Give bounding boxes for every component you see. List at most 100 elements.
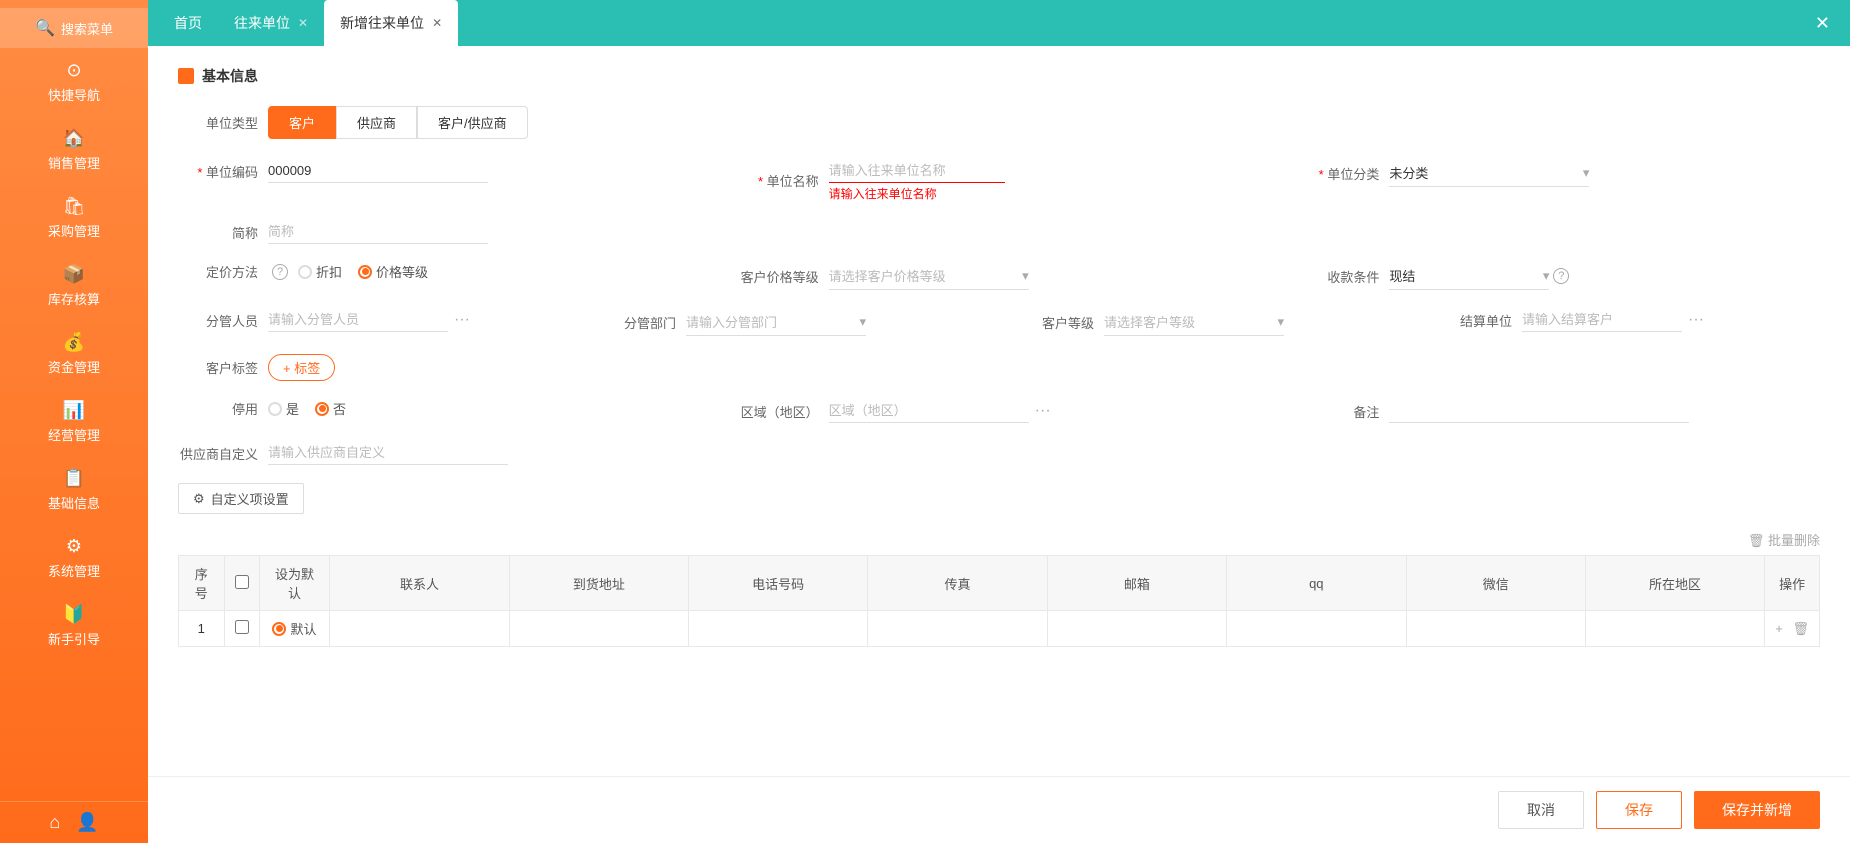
discount-radio[interactable] [298, 265, 312, 279]
btn-supplier[interactable]: 供应商 [336, 106, 417, 139]
th-no: 序号 [179, 556, 225, 611]
region-input[interactable] [829, 399, 1029, 423]
sales-icon: 🏠 [63, 128, 85, 149]
customer-level-arrow: ▾ [1277, 314, 1284, 330]
supervisor-input[interactable] [268, 308, 448, 332]
sidebar-item-system[interactable]: ⚙ 系统管理 [0, 524, 148, 592]
th-contact: 联系人 [330, 556, 509, 611]
short-name-input[interactable] [268, 220, 488, 244]
customer-tag-field: 客户标签 + 标签 [178, 354, 1820, 381]
table-row: 1 默认 [179, 611, 1820, 647]
row-email-input[interactable] [1058, 621, 1216, 636]
supervisor-field: 分管人员 ··· [178, 308, 566, 332]
customer-level-select[interactable]: 请选择客户等级 ▾ [1104, 308, 1284, 336]
short-name-field: 简称 [178, 220, 1820, 244]
row-delete-btn[interactable]: 🗑 [1792, 621, 1809, 636]
unit-category-select[interactable]: 未分类 ▾ [1389, 159, 1589, 187]
th-default: 设为默认 [259, 556, 330, 611]
disabled-no[interactable]: 否 [315, 399, 346, 418]
sidebar-item-basic[interactable]: 📋 基础信息 [0, 456, 148, 524]
sidebar-item-guide[interactable]: 🔰 新手引导 [0, 592, 148, 660]
tab-new-partner[interactable]: 新增往来单位 ✕ [324, 0, 458, 46]
row-address-input[interactable] [520, 621, 678, 636]
th-qq: qq [1227, 556, 1407, 611]
btn-both[interactable]: 客户/供应商 [417, 106, 528, 139]
row-wechat-input[interactable] [1417, 621, 1575, 636]
row-address[interactable] [509, 611, 688, 647]
batch-delete-icon: 🗑 [1748, 533, 1765, 548]
price-level-radio[interactable] [358, 265, 372, 279]
supplier-custom-input[interactable] [268, 441, 508, 465]
row-phone[interactable] [689, 611, 868, 647]
tab-bar: 首页 往来单位 ✕ 新增往来单位 ✕ ✕ [148, 0, 1850, 46]
row-phone-input[interactable] [699, 621, 857, 636]
form-row-6: 停用 是 否 区域（地区） ··· 备注 [178, 399, 1820, 423]
disabled-yes-radio[interactable] [268, 402, 282, 416]
disabled-yes[interactable]: 是 [268, 399, 299, 418]
form-row-7: 供应商自定义 [178, 441, 1820, 465]
row-contact-input[interactable] [340, 621, 498, 636]
user-bottom-icon[interactable]: 👤 [76, 812, 98, 833]
home-bottom-icon[interactable]: ⌂ [49, 812, 60, 833]
row-region[interactable] [1585, 611, 1764, 647]
row-qq-input[interactable] [1237, 621, 1396, 636]
btn-customer[interactable]: 客户 [268, 106, 336, 139]
row-contact[interactable] [330, 611, 509, 647]
sidebar-item-operations[interactable]: 📊 经营管理 [0, 388, 148, 456]
row-fax-input[interactable] [878, 621, 1036, 636]
supervisor-more[interactable]: ··· [454, 311, 470, 329]
save-new-button[interactable]: 保存并新增 [1694, 791, 1820, 829]
batch-delete[interactable]: 🗑 批量删除 [178, 530, 1820, 549]
unit-name-field: 单位名称 请输入往来单位名称 [739, 159, 1260, 202]
row-region-input[interactable] [1596, 621, 1754, 636]
row-fax[interactable] [868, 611, 1047, 647]
inventory-icon: 📦 [63, 264, 85, 285]
payment-condition-select[interactable]: 现结 ▾ [1389, 262, 1549, 290]
row-add-btn[interactable]: + [1775, 621, 1783, 636]
tab-partner-close[interactable]: ✕ [298, 16, 308, 30]
region-more[interactable]: ··· [1035, 402, 1051, 420]
payment-help-icon[interactable]: ? [1553, 268, 1569, 284]
disabled-radio-group: 是 否 [268, 399, 346, 418]
tag-add-btn[interactable]: + 标签 [268, 354, 335, 381]
sidebar-item-finance[interactable]: 💰 资金管理 [0, 320, 148, 388]
sidebar-item-quicknav[interactable]: ⊙ 快捷导航 [0, 48, 148, 116]
row-wechat[interactable] [1406, 611, 1585, 647]
pricing-discount[interactable]: 折扣 [298, 262, 342, 281]
sidebar-item-search[interactable]: 🔍 搜索菜单 [0, 8, 148, 48]
department-select[interactable]: 请输入分管部门 ▾ [686, 308, 866, 336]
settlement-unit-input[interactable] [1522, 308, 1682, 332]
select-all-checkbox[interactable] [235, 575, 249, 589]
tab-partner[interactable]: 往来单位 ✕ [218, 0, 324, 46]
customer-price-level-select[interactable]: 请选择客户价格等级 ▾ [829, 262, 1029, 290]
sidebar-item-purchase[interactable]: 🛍 采购管理 [0, 184, 148, 252]
custom-settings-btn[interactable]: ⚙ 自定义项设置 [178, 483, 304, 514]
operations-icon: 📊 [63, 400, 85, 421]
pricing-label: 定价方法 [178, 262, 258, 281]
row-checkbox[interactable] [235, 620, 249, 634]
default-radio-circle[interactable] [272, 622, 286, 636]
tab-home[interactable]: 首页 [158, 0, 218, 46]
sidebar-item-sales[interactable]: 🏠 销售管理 [0, 116, 148, 184]
th-email: 邮箱 [1047, 556, 1226, 611]
save-button[interactable]: 保存 [1596, 791, 1682, 829]
pricing-help-icon[interactable]: ? [272, 264, 288, 280]
pricing-price-level[interactable]: 价格等级 [358, 262, 428, 281]
unit-code-input[interactable] [268, 159, 488, 183]
row-qq[interactable] [1227, 611, 1407, 647]
form-row-3: 定价方法 ? 折扣 价格等级 客户价格等级 请选择客户价格等级 [178, 262, 1820, 290]
row-default-radio[interactable]: 默认 [270, 619, 320, 638]
row-email[interactable] [1047, 611, 1226, 647]
remark-input[interactable] [1389, 399, 1689, 423]
tab-new-partner-close[interactable]: ✕ [432, 16, 442, 30]
disabled-no-radio[interactable] [315, 402, 329, 416]
sidebar-item-inventory[interactable]: 📦 库存核算 [0, 252, 148, 320]
form-row-1: 单位编码 单位名称 请输入往来单位名称 单位分类 未分类 ▾ [178, 159, 1820, 202]
footer: 取消 保存 保存并新增 [148, 776, 1850, 843]
purchase-icon: 🛍 [63, 196, 86, 217]
settlement-unit-more[interactable]: ··· [1688, 311, 1704, 329]
unit-name-input[interactable] [829, 159, 1005, 183]
close-all-tabs[interactable]: ✕ [1805, 13, 1840, 34]
cancel-button[interactable]: 取消 [1498, 791, 1584, 829]
unit-name-label: 单位名称 [739, 171, 819, 190]
